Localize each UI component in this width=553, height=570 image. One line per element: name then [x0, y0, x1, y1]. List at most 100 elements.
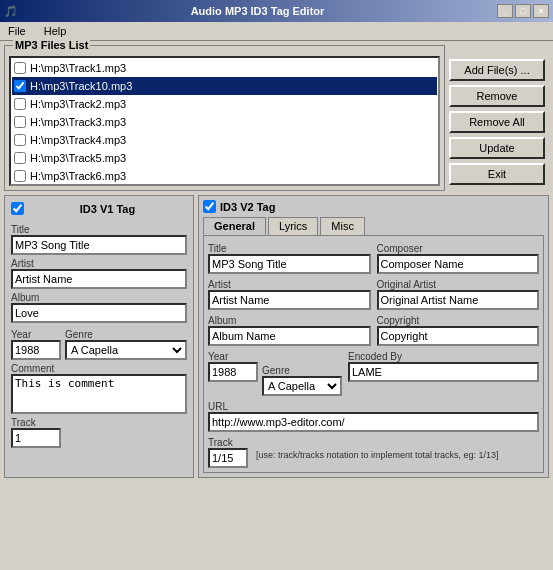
- id3v1-fields: Title Artist Album Year Genre A Capella …: [11, 221, 187, 448]
- id3v1-genre-select[interactable]: A Capella: [65, 340, 187, 360]
- id3v2-track-hint-col: [use: track/tracks notation to implement…: [256, 448, 499, 461]
- remove-all-button[interactable]: Remove All: [449, 111, 545, 133]
- list-item[interactable]: H:\mp3\Track2.mp3: [12, 95, 437, 113]
- list-item[interactable]: H:\mp3\Track10.mp3: [12, 77, 437, 95]
- id3v2-album-copyright-row: Album Copyright: [208, 312, 539, 346]
- id3v2-original-artist-label: Original Artist: [377, 279, 540, 290]
- file-checkbox-0[interactable]: [14, 62, 26, 74]
- id3v1-enable-checkbox[interactable]: [11, 202, 24, 215]
- id3v2-tab-bar: General Lyrics Misc: [203, 217, 544, 235]
- title-bar-icon: 🎵: [4, 5, 18, 18]
- list-item[interactable]: H:\mp3\Track6.mp3: [12, 167, 437, 185]
- file-name-6: H:\mp3\Track6.mp3: [30, 170, 126, 182]
- id3v1-comment-label: Comment: [11, 363, 187, 374]
- file-checkbox-2[interactable]: [14, 98, 26, 110]
- tab-misc[interactable]: Misc: [320, 217, 365, 235]
- id3v1-year-input[interactable]: [11, 340, 61, 360]
- file-checkbox-6[interactable]: [14, 170, 26, 182]
- mp3-files-panel: MP3 Files List H:\mp3\Track1.mp3 H:\mp3\…: [4, 45, 445, 191]
- id3v2-url-input[interactable]: [208, 412, 539, 432]
- title-bar: 🎵 Audio MP3 ID3 Tag Editor _ □ ×: [0, 0, 553, 22]
- id3v2-title-composer-row: Title Composer: [208, 240, 539, 274]
- id3v2-track-input[interactable]: [208, 448, 248, 468]
- top-section: MP3 Files List H:\mp3\Track1.mp3 H:\mp3\…: [0, 41, 553, 195]
- tab-general[interactable]: General: [203, 217, 266, 235]
- id3v2-genre-label: Genre: [262, 365, 342, 376]
- id3v1-genre-col: Genre A Capella: [65, 326, 187, 360]
- add-files-button[interactable]: Add File(s) ...: [449, 59, 545, 81]
- list-item[interactable]: H:\mp3\Track3.mp3: [12, 113, 437, 131]
- id3v2-enable-checkbox[interactable]: [203, 200, 216, 213]
- id3v2-artist-label: Artist: [208, 279, 371, 290]
- id3v2-title-label: Title: [208, 243, 371, 254]
- update-button[interactable]: Update: [449, 137, 545, 159]
- file-name-1: H:\mp3\Track10.mp3: [30, 80, 132, 92]
- id3v2-track-label: Track: [208, 437, 248, 448]
- file-list[interactable]: H:\mp3\Track1.mp3 H:\mp3\Track10.mp3 H:\…: [9, 56, 440, 186]
- file-name-2: H:\mp3\Track2.mp3: [30, 98, 126, 110]
- id3v1-header: ID3 V1 Tag: [11, 202, 187, 215]
- id3v1-track-input[interactable]: [11, 428, 61, 448]
- id3v2-copyright-label: Copyright: [377, 315, 540, 326]
- file-name-4: H:\mp3\Track4.mp3: [30, 134, 126, 146]
- id3v1-comment-input[interactable]: This is comment: [11, 374, 187, 414]
- id3v2-title-input[interactable]: [208, 254, 371, 274]
- menu-help[interactable]: Help: [40, 24, 71, 38]
- id3v1-year-genre-row: Year Genre A Capella: [11, 326, 187, 360]
- file-checkbox-3[interactable]: [14, 116, 26, 128]
- id3v2-general-tab-content: Title Composer Artist Original Artist: [203, 235, 544, 473]
- tab-lyrics[interactable]: Lyrics: [268, 217, 318, 235]
- id3v2-track-hint: [use: track/tracks notation to implement…: [256, 450, 499, 460]
- file-checkbox-5[interactable]: [14, 152, 26, 164]
- id3v1-title-label: Title: [11, 224, 187, 235]
- id3v1-title-input[interactable]: [11, 235, 187, 255]
- id3v1-title: ID3 V1 Tag: [28, 203, 187, 215]
- id3v1-album-input[interactable]: [11, 303, 187, 323]
- id3v2-panel: ID3 V2 Tag General Lyrics Misc Title Com…: [198, 195, 549, 478]
- id3v2-url-label: URL: [208, 401, 539, 412]
- id3v2-artist-origartist-row: Artist Original Artist: [208, 276, 539, 310]
- id3v1-album-label: Album: [11, 292, 187, 303]
- mp3-files-group: MP3 Files List H:\mp3\Track1.mp3 H:\mp3\…: [4, 45, 445, 191]
- list-item[interactable]: H:\mp3\Track5.mp3: [12, 149, 437, 167]
- id3v1-year-col: Year: [11, 326, 61, 360]
- id3v2-album-col: Album: [208, 312, 371, 346]
- id3v2-copyright-input[interactable]: [377, 326, 540, 346]
- id3v1-track-label: Track: [11, 417, 187, 428]
- menu-file[interactable]: File: [4, 24, 30, 38]
- list-item[interactable]: H:\mp3\Track4.mp3: [12, 131, 437, 149]
- close-button[interactable]: ×: [533, 4, 549, 18]
- file-name-3: H:\mp3\Track3.mp3: [30, 116, 126, 128]
- file-name-5: H:\mp3\Track5.mp3: [30, 152, 126, 164]
- id3v2-artist-input[interactable]: [208, 290, 371, 310]
- id3v2-album-label: Album: [208, 315, 371, 326]
- id3v2-encoded-by-input[interactable]: [348, 362, 539, 382]
- bottom-section: ID3 V1 Tag Title Artist Album Year Genre…: [0, 195, 553, 482]
- file-checkbox-4[interactable]: [14, 134, 26, 146]
- id3v2-album-input[interactable]: [208, 326, 371, 346]
- id3v2-artist-col: Artist: [208, 276, 371, 310]
- id3v2-composer-label: Composer: [377, 243, 540, 254]
- list-item[interactable]: H:\mp3\Track7.mp3: [12, 185, 437, 186]
- mp3-files-title: MP3 Files List: [13, 39, 90, 51]
- file-checkbox-1[interactable]: [14, 80, 26, 92]
- exit-button[interactable]: Exit: [449, 163, 545, 185]
- id3v2-genre-col: Genre A Capella: [262, 362, 342, 396]
- id3v2-title-col: Title: [208, 240, 371, 274]
- minimize-button[interactable]: _: [497, 4, 513, 18]
- id3v2-original-artist-input[interactable]: [377, 290, 540, 310]
- id3v1-panel: ID3 V1 Tag Title Artist Album Year Genre…: [4, 195, 194, 478]
- id3v2-genre-select[interactable]: A Capella: [262, 376, 342, 396]
- id3v2-composer-input[interactable]: [377, 254, 540, 274]
- id3v1-artist-label: Artist: [11, 258, 187, 269]
- remove-button[interactable]: Remove: [449, 85, 545, 107]
- id3v2-year-input[interactable]: [208, 362, 258, 382]
- list-item[interactable]: H:\mp3\Track1.mp3: [12, 59, 437, 77]
- id3v2-track-row: Track [use: track/tracks notation to imp…: [208, 434, 539, 468]
- maximize-button[interactable]: □: [515, 4, 531, 18]
- id3v2-header: ID3 V2 Tag: [203, 200, 544, 213]
- id3v2-url-row: URL: [208, 398, 539, 432]
- id3v1-artist-input[interactable]: [11, 269, 187, 289]
- id3v2-original-artist-col: Original Artist: [377, 276, 540, 310]
- file-name-0: H:\mp3\Track1.mp3: [30, 62, 126, 74]
